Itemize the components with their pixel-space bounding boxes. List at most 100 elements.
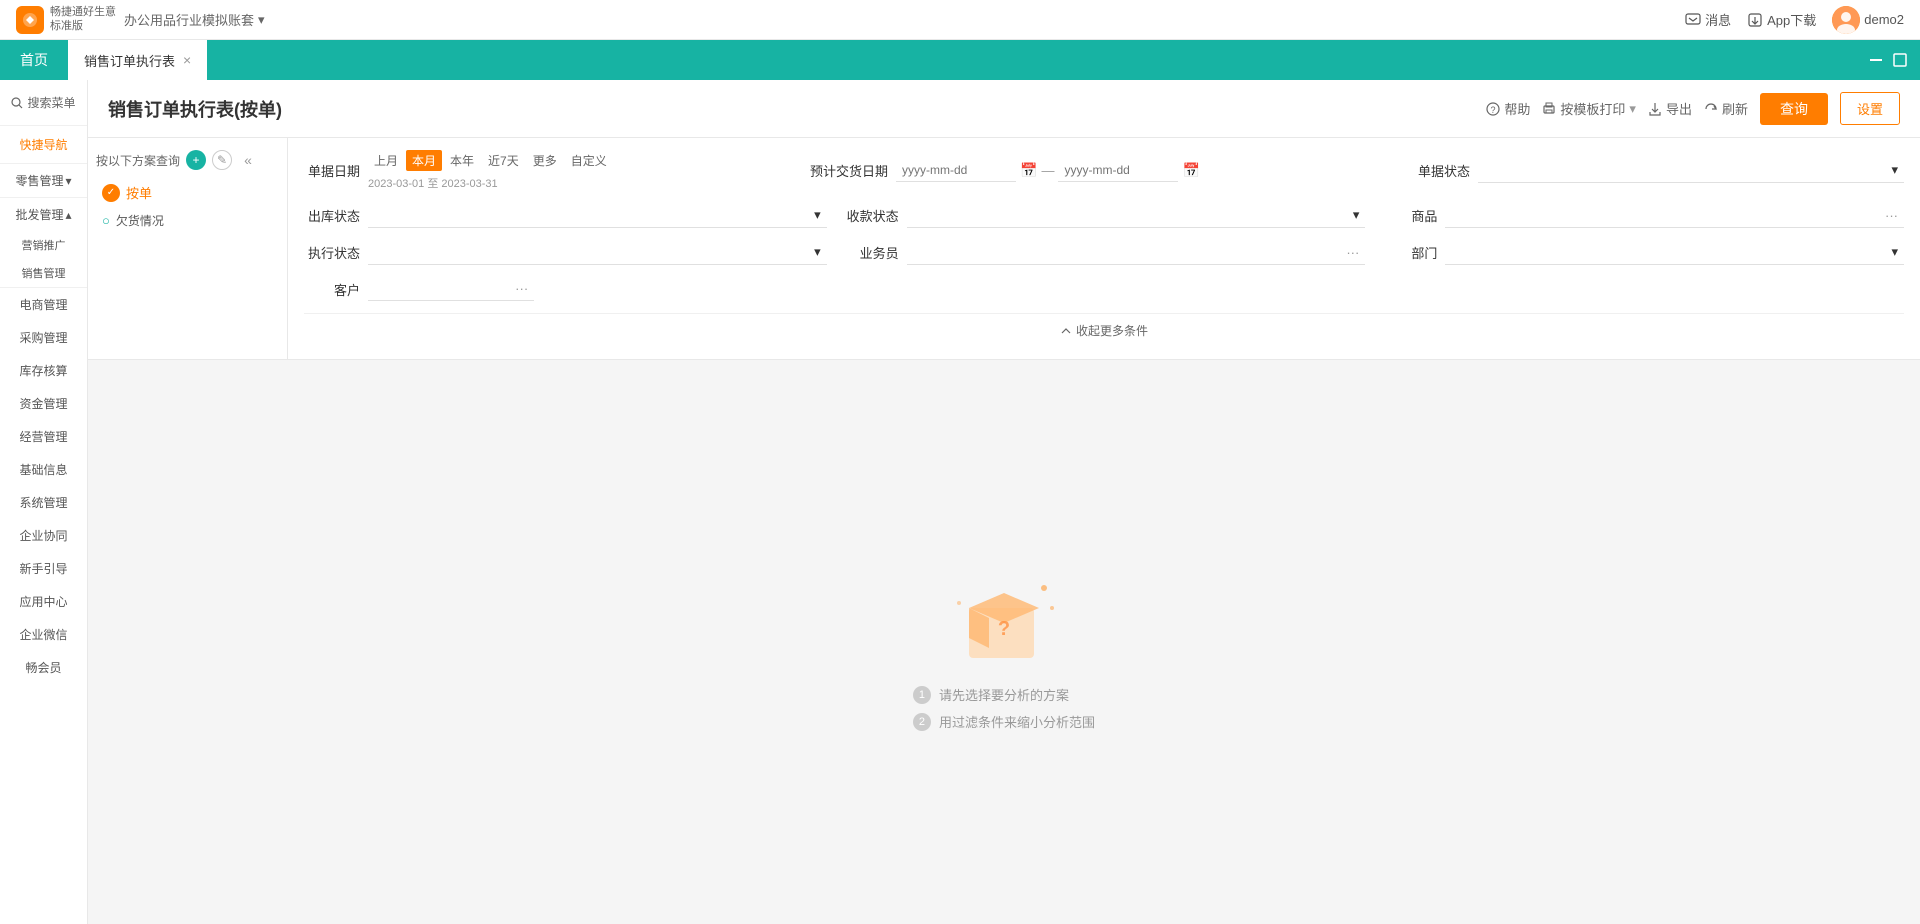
sidebar-item-basic[interactable]: 基础信息: [0, 453, 87, 486]
sidebar: 搜索菜单 快捷导航 零售管理 ▾ 批发管理 ▴ 营销推广 销售管理 电商管理 采…: [0, 80, 88, 924]
department-select[interactable]: ▾: [1445, 240, 1904, 265]
date-tab-more[interactable]: 更多: [527, 150, 563, 171]
search-menu-button[interactable]: 搜索菜单: [8, 88, 79, 117]
top-bar: 畅捷通好生意 标准版 办公用品行业模拟账套 ▾ 消息 App下载: [0, 0, 1920, 40]
logo-text: 畅捷通好生意 标准版: [50, 6, 116, 32]
calendar-end-icon[interactable]: 📅: [1182, 162, 1199, 179]
salesperson-select[interactable]: ···: [907, 241, 1366, 265]
department-chevron-icon: ▾: [1891, 244, 1898, 260]
tab-bar-actions: [1868, 52, 1920, 68]
quick-nav-label[interactable]: 快捷导航: [0, 132, 87, 157]
expected-delivery-end-input[interactable]: [1058, 159, 1178, 182]
add-scheme-button[interactable]: +: [186, 150, 206, 170]
expected-delivery-start-input[interactable]: [896, 159, 1016, 182]
sidebar-item-newbie[interactable]: 新手引导: [0, 552, 87, 585]
tab-minimize-button[interactable]: [1868, 52, 1884, 68]
execution-status-chevron-icon: ▾: [814, 244, 821, 260]
single-status-label: 单据状态: [1414, 161, 1470, 180]
outbound-status-select[interactable]: ▾: [368, 203, 827, 228]
tab-sales-order-execution[interactable]: 销售订单执行表 ×: [68, 40, 207, 80]
date-range-text: 2023-03-01 至 2023-03-31: [368, 175, 794, 191]
sidebar-item-wechat[interactable]: 企业微信: [0, 618, 87, 651]
scheme-item-按单[interactable]: ✓ 按单: [96, 178, 279, 207]
sidebar-sub-item-sales[interactable]: 销售管理: [0, 259, 87, 287]
help-icon: ?: [1486, 102, 1500, 116]
filter-scheme-panel: 按以下方案查询 + ✎ « ✓ 按单 ○ 欠货情况: [88, 138, 288, 359]
settings-button[interactable]: 设置: [1840, 92, 1900, 125]
date-tab-last-7-days[interactable]: 近7天: [482, 150, 525, 171]
sidebar-item-member[interactable]: 畅会员: [0, 651, 87, 684]
sidebar-item-system[interactable]: 系统管理: [0, 486, 87, 519]
print-button[interactable]: 按模板打印 ▾: [1542, 99, 1636, 118]
export-button[interactable]: 导出: [1648, 99, 1692, 118]
edit-scheme-button[interactable]: ✎: [212, 150, 232, 170]
tab-home[interactable]: 首页: [0, 40, 68, 80]
date-tab-this-year[interactable]: 本年: [444, 150, 480, 171]
goods-field: 商品 ···: [1381, 204, 1904, 228]
date-tab-this-month[interactable]: 本月: [406, 150, 442, 171]
print-icon: [1542, 102, 1556, 116]
wholesale-chevron-icon: ▴: [65, 208, 71, 222]
execution-status-select[interactable]: ▾: [368, 240, 827, 265]
calendar-start-icon[interactable]: 📅: [1020, 162, 1037, 179]
sidebar-item-enterprise[interactable]: 企业协同: [0, 519, 87, 552]
query-button[interactable]: 查询: [1760, 93, 1828, 125]
expected-delivery-date-range: 📅 — 📅: [896, 159, 1398, 182]
goods-select[interactable]: ···: [1445, 204, 1904, 228]
filter-row-1: 单据日期 上月 本月 本年 近7天 更多 自定义 20: [304, 150, 1904, 191]
collapse-more-conditions-button[interactable]: 收起更多条件: [304, 313, 1904, 347]
customer-select[interactable]: ···: [368, 277, 534, 301]
filter-row-2: 出库状态 ▾ 收款状态 ▾: [304, 203, 1904, 228]
customer-ellipsis-icon[interactable]: ···: [515, 281, 528, 296]
sidebar-item-operations[interactable]: 经营管理: [0, 420, 87, 453]
user-menu[interactable]: demo2: [1832, 6, 1904, 34]
tab-maximize-button[interactable]: [1892, 52, 1908, 68]
sidebar-item-apps[interactable]: 应用中心: [0, 585, 87, 618]
date-tabs: 上月 本月 本年 近7天 更多 自定义: [368, 150, 794, 171]
collapse-scheme-button[interactable]: «: [238, 150, 258, 170]
scheme-item-欠货情况[interactable]: ○ 欠货情况: [96, 207, 279, 234]
filter-panel-inner: 按以下方案查询 + ✎ « ✓ 按单 ○ 欠货情况: [88, 138, 1920, 359]
sidebar-item-inventory[interactable]: 库存核算: [0, 354, 87, 387]
logo-icon: [16, 6, 44, 34]
logo-area: 畅捷通好生意 标准版: [16, 6, 116, 34]
help-button[interactable]: ? 帮助: [1486, 99, 1530, 118]
sidebar-item-ecommerce[interactable]: 电商管理: [0, 288, 87, 321]
svg-text:?: ?: [1491, 105, 1496, 115]
refresh-button[interactable]: 刷新: [1704, 99, 1748, 118]
page-title: 销售订单执行表(按单): [108, 96, 282, 122]
outbound-status-label: 出库状态: [304, 206, 360, 225]
single-status-field: 单据状态 ▾: [1414, 158, 1904, 183]
sidebar-item-finance[interactable]: 资金管理: [0, 387, 87, 420]
date-tab-custom[interactable]: 自定义: [565, 150, 613, 171]
expected-delivery-field: 预计交货日期 📅 — 📅: [810, 159, 1398, 182]
filter-row-3: 执行状态 ▾ 业务员 ···: [304, 240, 1904, 265]
goods-ellipsis-icon[interactable]: ···: [1885, 208, 1898, 223]
filter-panel: 按以下方案查询 + ✎ « ✓ 按单 ○ 欠货情况: [88, 138, 1920, 360]
sidebar-item-retail[interactable]: 零售管理 ▾: [0, 164, 87, 197]
salesperson-ellipsis-icon[interactable]: ···: [1346, 245, 1359, 260]
collection-status-label: 收款状态: [843, 206, 899, 225]
tip-1-number: 1: [913, 686, 931, 704]
app-download-button[interactable]: App下载: [1747, 10, 1816, 29]
salesperson-field: 业务员 ···: [843, 241, 1366, 265]
outbound-status-field: 出库状态 ▾: [304, 203, 827, 228]
page-header: 销售订单执行表(按单) ? 帮助 按模板打印 ▾: [88, 80, 1920, 138]
sidebar-item-purchase[interactable]: 采购管理: [0, 321, 87, 354]
tab-close-button[interactable]: ×: [183, 52, 191, 68]
date-tab-last-month[interactable]: 上月: [368, 150, 404, 171]
empty-state-icon: ?: [944, 553, 1064, 673]
minimize-icon: [1868, 52, 1884, 68]
single-status-select[interactable]: ▾: [1478, 158, 1904, 183]
sidebar-item-wholesale[interactable]: 批发管理 ▴: [0, 198, 87, 231]
scheme-label: 按以下方案查询: [96, 152, 180, 169]
message-button[interactable]: 消息: [1685, 10, 1731, 29]
empty-state: ? 1 请先选择要分析的方案 2 用过滤条件来缩小分析范围: [88, 360, 1920, 924]
collection-status-select[interactable]: ▾: [907, 203, 1366, 228]
top-bar-right: 消息 App下载 demo2: [1685, 6, 1904, 34]
app-selector[interactable]: 办公用品行业模拟账套 ▾: [124, 10, 265, 29]
sidebar-sub-item-marketing[interactable]: 营销推广: [0, 231, 87, 259]
content-area: 销售订单执行表(按单) ? 帮助 按模板打印 ▾: [88, 80, 1920, 924]
app-download-label: App下载: [1767, 10, 1816, 29]
sidebar-search-area: 搜索菜单: [0, 80, 87, 126]
